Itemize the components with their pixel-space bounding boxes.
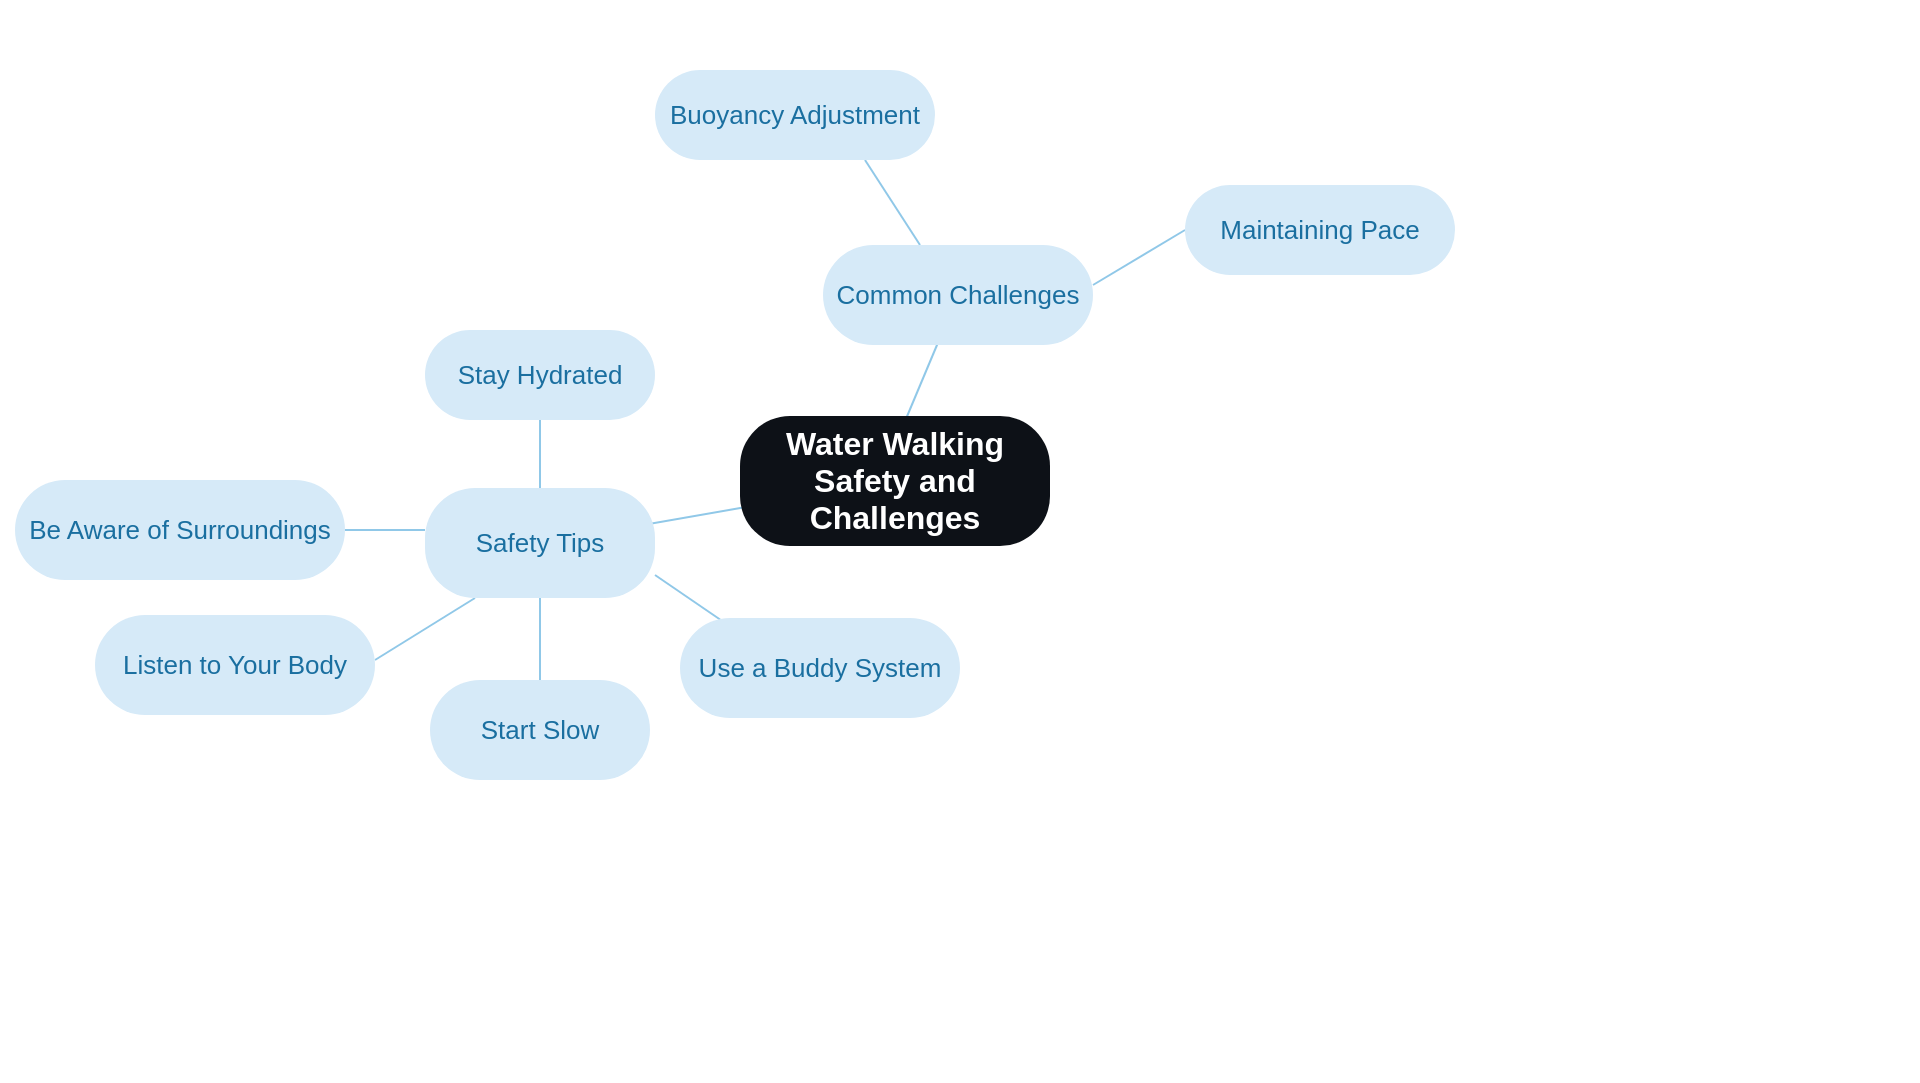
buddy-label: Use a Buddy System: [699, 653, 942, 684]
svg-line-4: [375, 598, 475, 660]
stay-hydrated-label: Stay Hydrated: [458, 360, 623, 391]
start-slow-node[interactable]: Start Slow: [430, 680, 650, 780]
main-topic-label: Water Walking Safety and Challenges: [740, 426, 1050, 537]
buddy-system-node[interactable]: Use a Buddy System: [680, 618, 960, 718]
svg-line-7: [865, 160, 920, 245]
be-aware-label: Be Aware of Surroundings: [29, 515, 331, 546]
buoyancy-adjustment-node[interactable]: Buoyancy Adjustment: [655, 70, 935, 160]
maintaining-pace-label: Maintaining Pace: [1220, 215, 1419, 246]
common-challenges-node[interactable]: Common Challenges: [823, 245, 1093, 345]
stay-hydrated-node[interactable]: Stay Hydrated: [425, 330, 655, 420]
safety-tips-label: Safety Tips: [476, 528, 605, 559]
be-aware-node[interactable]: Be Aware of Surroundings: [15, 480, 345, 580]
common-challenges-label: Common Challenges: [837, 280, 1080, 311]
listen-label: Listen to Your Body: [123, 650, 347, 681]
main-topic-node[interactable]: Water Walking Safety and Challenges: [740, 416, 1050, 546]
svg-line-8: [1093, 230, 1185, 285]
listen-to-body-node[interactable]: Listen to Your Body: [95, 615, 375, 715]
maintaining-pace-node[interactable]: Maintaining Pace: [1185, 185, 1455, 275]
safety-tips-node[interactable]: Safety Tips: [425, 488, 655, 598]
start-slow-label: Start Slow: [481, 715, 600, 746]
buoyancy-label: Buoyancy Adjustment: [670, 100, 920, 131]
